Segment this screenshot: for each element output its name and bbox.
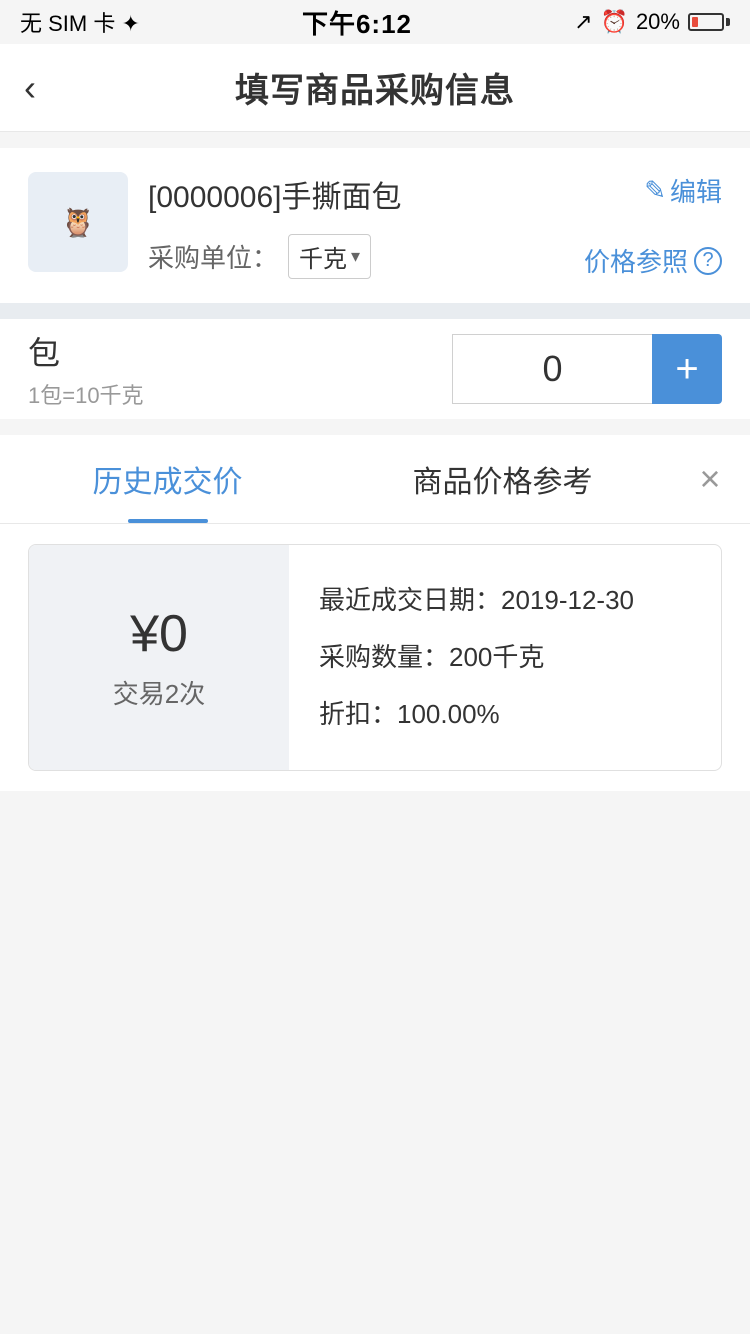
- status-left: 无 SIM 卡 ✦: [20, 6, 140, 38]
- quantity-input-group: +: [452, 334, 722, 404]
- status-right: ↗ ⏰ 20%: [574, 9, 730, 35]
- page-title: 填写商品采购信息: [235, 63, 515, 112]
- product-logo: 🦉: [61, 206, 96, 239]
- tab-bar: 历史成交价 商品价格参考 ×: [0, 435, 750, 524]
- edit-label: 编辑: [670, 172, 722, 209]
- currency-symbol: ¥: [130, 605, 159, 663]
- edit-icon: ✎: [644, 175, 666, 206]
- alarm-icon: ⏰: [601, 9, 628, 35]
- help-icon: ?: [694, 247, 722, 275]
- edit-button[interactable]: ✎ 编辑: [644, 172, 722, 209]
- purchase-quantity-row: 采购数量：200千克: [319, 638, 691, 677]
- price-amount: ¥0: [130, 604, 188, 664]
- quantity-row: 包 1包=10千克 +: [0, 319, 750, 419]
- nav-bar: ‹ 填写商品采购信息: [0, 44, 750, 132]
- battery-icon: [688, 13, 730, 31]
- sim-wifi-text: 无 SIM 卡 ✦: [20, 6, 140, 38]
- main-content: ¥0 交易2次 最近成交日期：2019-12-30 采购数量：200千克 折扣：…: [0, 524, 750, 1124]
- tab-history-price[interactable]: 历史成交价: [0, 435, 335, 523]
- discount-row: 折扣：100.00%: [319, 695, 691, 734]
- unit-value: 千克: [299, 239, 347, 274]
- price-card-right: 最近成交日期：2019-12-30 采购数量：200千克 折扣：100.00%: [289, 545, 721, 770]
- price-card-container: ¥0 交易2次 最近成交日期：2019-12-30 采购数量：200千克 折扣：…: [0, 524, 750, 791]
- status-bar: 无 SIM 卡 ✦ 下午6:12 ↗ ⏰ 20%: [0, 0, 750, 44]
- price-card: ¥0 交易2次 最近成交日期：2019-12-30 采购数量：200千克 折扣：…: [28, 544, 722, 771]
- price-card-left: ¥0 交易2次: [29, 545, 289, 770]
- chevron-down-icon: ▾: [351, 246, 360, 267]
- recent-date-value: 2019-12-30: [501, 585, 634, 615]
- product-card: 🦉 [0000006]手撕面包 采购单位： 千克 ▾ ✎ 编辑 价格参照 ?: [0, 148, 750, 303]
- price-ref-button[interactable]: 价格参照 ?: [584, 242, 722, 279]
- battery-percent: 20%: [636, 9, 680, 35]
- product-image: 🦉: [28, 172, 128, 272]
- quantity-input[interactable]: [452, 334, 652, 404]
- product-name: [0000006]手撕面包: [148, 172, 722, 216]
- price-value: 0: [159, 605, 188, 663]
- recent-date-row: 最近成交日期：2019-12-30: [319, 581, 691, 620]
- price-ref-label: 价格参照: [584, 242, 688, 279]
- quantity-conversion: 1包=10千克: [28, 378, 144, 410]
- quantity-label-group: 包 1包=10千克: [28, 328, 144, 410]
- price-transactions: 交易2次: [113, 674, 205, 711]
- quantity-unit-label: 包: [28, 328, 144, 374]
- recent-date-label: 最近成交日期：: [319, 585, 501, 615]
- tab-product-price[interactable]: 商品价格参考: [335, 435, 670, 523]
- unit-label: 采购单位：: [148, 238, 278, 275]
- tab-close-button[interactable]: ×: [670, 435, 750, 523]
- status-time: 下午6:12: [302, 4, 412, 41]
- location-icon: ↗: [574, 9, 592, 35]
- tab-active-indicator: [128, 519, 208, 523]
- discount-value: 100.00%: [397, 699, 500, 729]
- divider-bar: [0, 303, 750, 319]
- unit-dropdown[interactable]: 千克 ▾: [288, 234, 371, 279]
- back-button[interactable]: ‹: [24, 67, 36, 109]
- quantity-plus-button[interactable]: +: [652, 334, 722, 404]
- purchase-quantity-value: 200千克: [449, 642, 544, 672]
- purchase-quantity-label: 采购数量：: [319, 642, 449, 672]
- tab-history-label: 历史成交价: [93, 457, 243, 501]
- tab-product-label: 商品价格参考: [413, 457, 593, 501]
- discount-label: 折扣：: [319, 699, 397, 729]
